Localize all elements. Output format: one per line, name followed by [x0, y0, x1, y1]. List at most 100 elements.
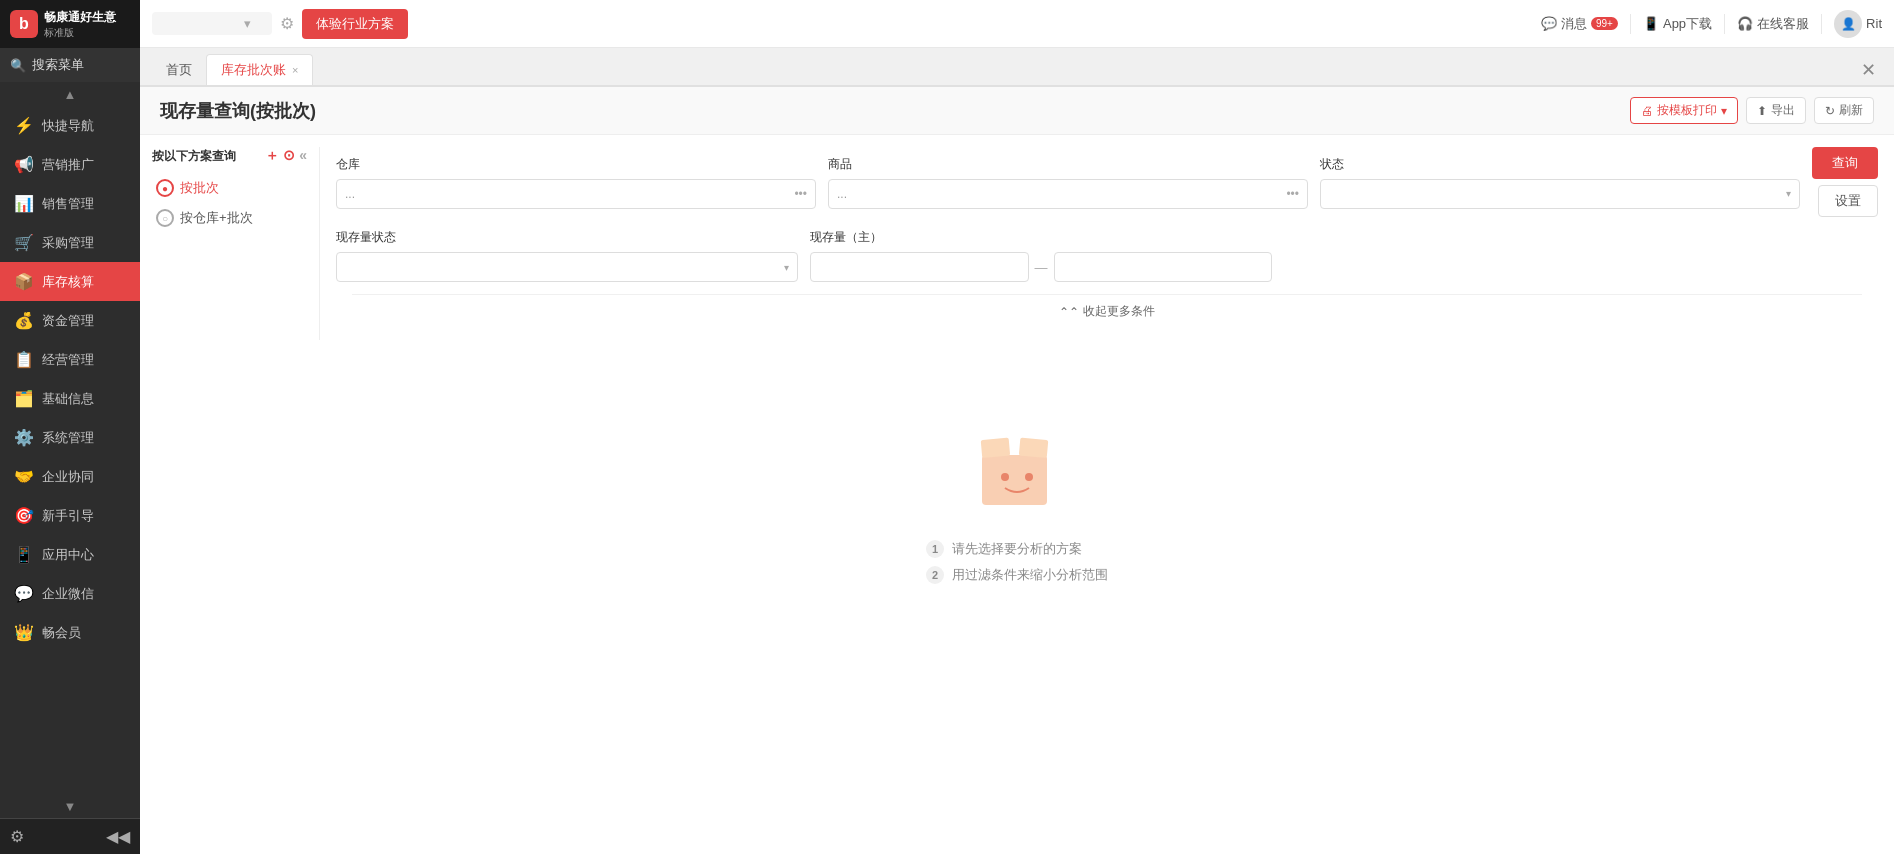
- collapse-icon[interactable]: ◀◀: [106, 827, 130, 846]
- online-service-label: 在线客服: [1757, 15, 1809, 33]
- tip-num-2: 2: [926, 566, 944, 584]
- inventory-qty-range: —: [810, 252, 1272, 282]
- basic-label: 基础信息: [42, 390, 94, 408]
- print-btn[interactable]: 🖨 按模板打印 ▾: [1630, 97, 1738, 124]
- divider-3: [1821, 14, 1822, 34]
- export-icon: ⬆: [1757, 104, 1767, 118]
- scroll-up-btn[interactable]: ▲: [0, 82, 140, 106]
- empty-tip-2: 2 用过滤条件来缩小分析范围: [926, 566, 1108, 584]
- tab-home-label: 首页: [166, 61, 192, 79]
- sidebar-nav: ⚡ 快捷导航 📢 营销推广 📊 销售管理 🛒 采购管理 📦 库存核算 💰 资金管…: [0, 106, 140, 794]
- svg-point-3: [1001, 473, 1009, 481]
- scheme-settings-icon[interactable]: ⊙: [283, 147, 295, 165]
- panel-collapse-icon[interactable]: «: [299, 147, 307, 165]
- warehouse-input[interactable]: ... •••: [336, 179, 816, 209]
- purchase-icon: 🛒: [14, 233, 34, 252]
- sidebar-item-marketing[interactable]: 📢 营销推广: [0, 145, 140, 184]
- divider-1: [1630, 14, 1631, 34]
- sidebar-footer: ⚙ ◀◀: [0, 818, 140, 854]
- search-dropdown-icon[interactable]: ▾: [244, 16, 251, 31]
- chevron-up-icon: ⌃⌃: [1059, 305, 1079, 319]
- settings-filter-btn[interactable]: 设置: [1818, 185, 1878, 217]
- app-title-block: 畅康通好生意 标准版: [44, 9, 116, 40]
- sales-label: 销售管理: [42, 195, 94, 213]
- finance-label: 资金管理: [42, 312, 94, 330]
- app-version: 标准版: [44, 26, 116, 40]
- empty-state: 1 请先选择要分析的方案 2 用过滤条件来缩小分析范围: [140, 340, 1894, 664]
- message-action[interactable]: 💬 消息 99+: [1541, 15, 1618, 33]
- member-icon: 👑: [14, 623, 34, 642]
- status-label: 状态: [1320, 156, 1800, 173]
- inventory-qty-label: 现存量（主）: [810, 229, 1272, 246]
- sidebar-item-quick-nav[interactable]: ⚡ 快捷导航: [0, 106, 140, 145]
- search-menu-item[interactable]: 🔍 搜索菜单: [0, 48, 140, 82]
- tab-home[interactable]: 首页: [152, 55, 206, 85]
- warehouse-more-icon[interactable]: •••: [794, 187, 807, 201]
- enterprise-label: 企业协同: [42, 468, 94, 486]
- top-search-input[interactable]: [160, 17, 240, 31]
- page-header: 现存量查询(按批次) 🖨 按模板打印 ▾ ⬆ 导出 ↻ 刷新: [140, 87, 1894, 135]
- sidebar-item-purchase[interactable]: 🛒 采购管理: [0, 223, 140, 262]
- tab-close-icon[interactable]: ×: [292, 64, 298, 76]
- filter-area: 按以下方案查询 ＋ ⊙ « ● 按批次 ○ 按仓库+批次: [140, 135, 1894, 340]
- scheme-batch-radio: ●: [156, 179, 174, 197]
- left-panel-header: 按以下方案查询 ＋ ⊙ «: [148, 147, 311, 165]
- scheme-item-warehouse-batch[interactable]: ○ 按仓库+批次: [148, 203, 311, 233]
- export-btn-label: 导出: [1771, 102, 1795, 119]
- inventory-qty-min[interactable]: [810, 252, 1029, 282]
- collapse-more-btn[interactable]: ⌃⌃ 收起更多条件: [352, 294, 1862, 328]
- main-area: ▾ ⚙ 体验行业方案 💬 消息 99+ 📱 App下载 🎧 在线客服 👤 Rit…: [140, 0, 1894, 854]
- sidebar-item-wechat[interactable]: 💬 企业微信: [0, 574, 140, 613]
- username-label: Rit: [1866, 16, 1882, 31]
- sidebar-item-member[interactable]: 👑 畅会员: [0, 613, 140, 652]
- app-download-action[interactable]: 📱 App下载: [1643, 15, 1712, 33]
- close-all-btn[interactable]: ✕: [1855, 57, 1882, 83]
- user-avatar-action[interactable]: 👤 Rit: [1834, 10, 1882, 38]
- marketing-icon: 📢: [14, 155, 34, 174]
- trial-btn[interactable]: 体验行业方案: [302, 9, 408, 39]
- export-btn[interactable]: ⬆ 导出: [1746, 97, 1806, 124]
- system-label: 系统管理: [42, 429, 94, 447]
- refresh-btn[interactable]: ↻ 刷新: [1814, 97, 1874, 124]
- sidebar-item-system[interactable]: ⚙️ 系统管理: [0, 418, 140, 457]
- product-field: 商品 ... •••: [828, 156, 1308, 209]
- settings-icon[interactable]: ⚙: [10, 827, 24, 846]
- tabs-bar: 首页 库存批次账 × ✕: [140, 48, 1894, 87]
- product-input[interactable]: ... •••: [828, 179, 1308, 209]
- sidebar-item-newbie[interactable]: 🎯 新手引导: [0, 496, 140, 535]
- inventory-status-dropdown-icon: ▾: [784, 262, 789, 273]
- sidebar-item-basic[interactable]: 🗂️ 基础信息: [0, 379, 140, 418]
- sidebar-item-finance[interactable]: 💰 资金管理: [0, 301, 140, 340]
- scheme-item-batch[interactable]: ● 按批次: [148, 173, 311, 203]
- settings-gear-icon[interactable]: ⚙: [280, 14, 294, 33]
- product-more-icon[interactable]: •••: [1286, 187, 1299, 201]
- empty-tip-1: 1 请先选择要分析的方案: [926, 540, 1108, 558]
- warehouse-label: 仓库: [336, 156, 816, 173]
- tab-inventory-batch[interactable]: 库存批次账 ×: [206, 54, 313, 85]
- online-service-action[interactable]: 🎧 在线客服: [1737, 15, 1809, 33]
- inventory-status-select[interactable]: ▾: [336, 252, 798, 282]
- scroll-down-btn[interactable]: ▼: [0, 794, 140, 818]
- left-panel-title: 按以下方案查询: [152, 148, 236, 165]
- page-title: 现存量查询(按批次): [160, 99, 316, 123]
- status-select[interactable]: ▾: [1320, 179, 1800, 209]
- app-download-label: App下载: [1663, 15, 1712, 33]
- warehouse-field: 仓库 ... •••: [336, 156, 816, 209]
- sidebar-item-inventory[interactable]: 📦 库存核算: [0, 262, 140, 301]
- add-scheme-icon[interactable]: ＋: [265, 147, 279, 165]
- top-search-box[interactable]: ▾: [152, 12, 272, 35]
- sidebar-item-apps[interactable]: 📱 应用中心: [0, 535, 140, 574]
- inventory-qty-max[interactable]: [1054, 252, 1273, 282]
- sidebar-item-operations[interactable]: 📋 经营管理: [0, 340, 140, 379]
- scheme-warehouse-batch-radio: ○: [156, 209, 174, 227]
- sidebar-item-sales[interactable]: 📊 销售管理: [0, 184, 140, 223]
- collapse-more-label: 收起更多条件: [1083, 303, 1155, 320]
- wechat-icon: 💬: [14, 584, 34, 603]
- sidebar-item-enterprise[interactable]: 🤝 企业协同: [0, 457, 140, 496]
- query-btn[interactable]: 查询: [1812, 147, 1878, 179]
- enterprise-icon: 🤝: [14, 467, 34, 486]
- print-dropdown-icon[interactable]: ▾: [1721, 104, 1727, 118]
- sidebar: b 畅康通好生意 标准版 🔍 搜索菜单 ▲ ⚡ 快捷导航 📢 营销推广 📊 销售…: [0, 0, 140, 854]
- inventory-icon: 📦: [14, 272, 34, 291]
- app-logo: b: [10, 10, 38, 38]
